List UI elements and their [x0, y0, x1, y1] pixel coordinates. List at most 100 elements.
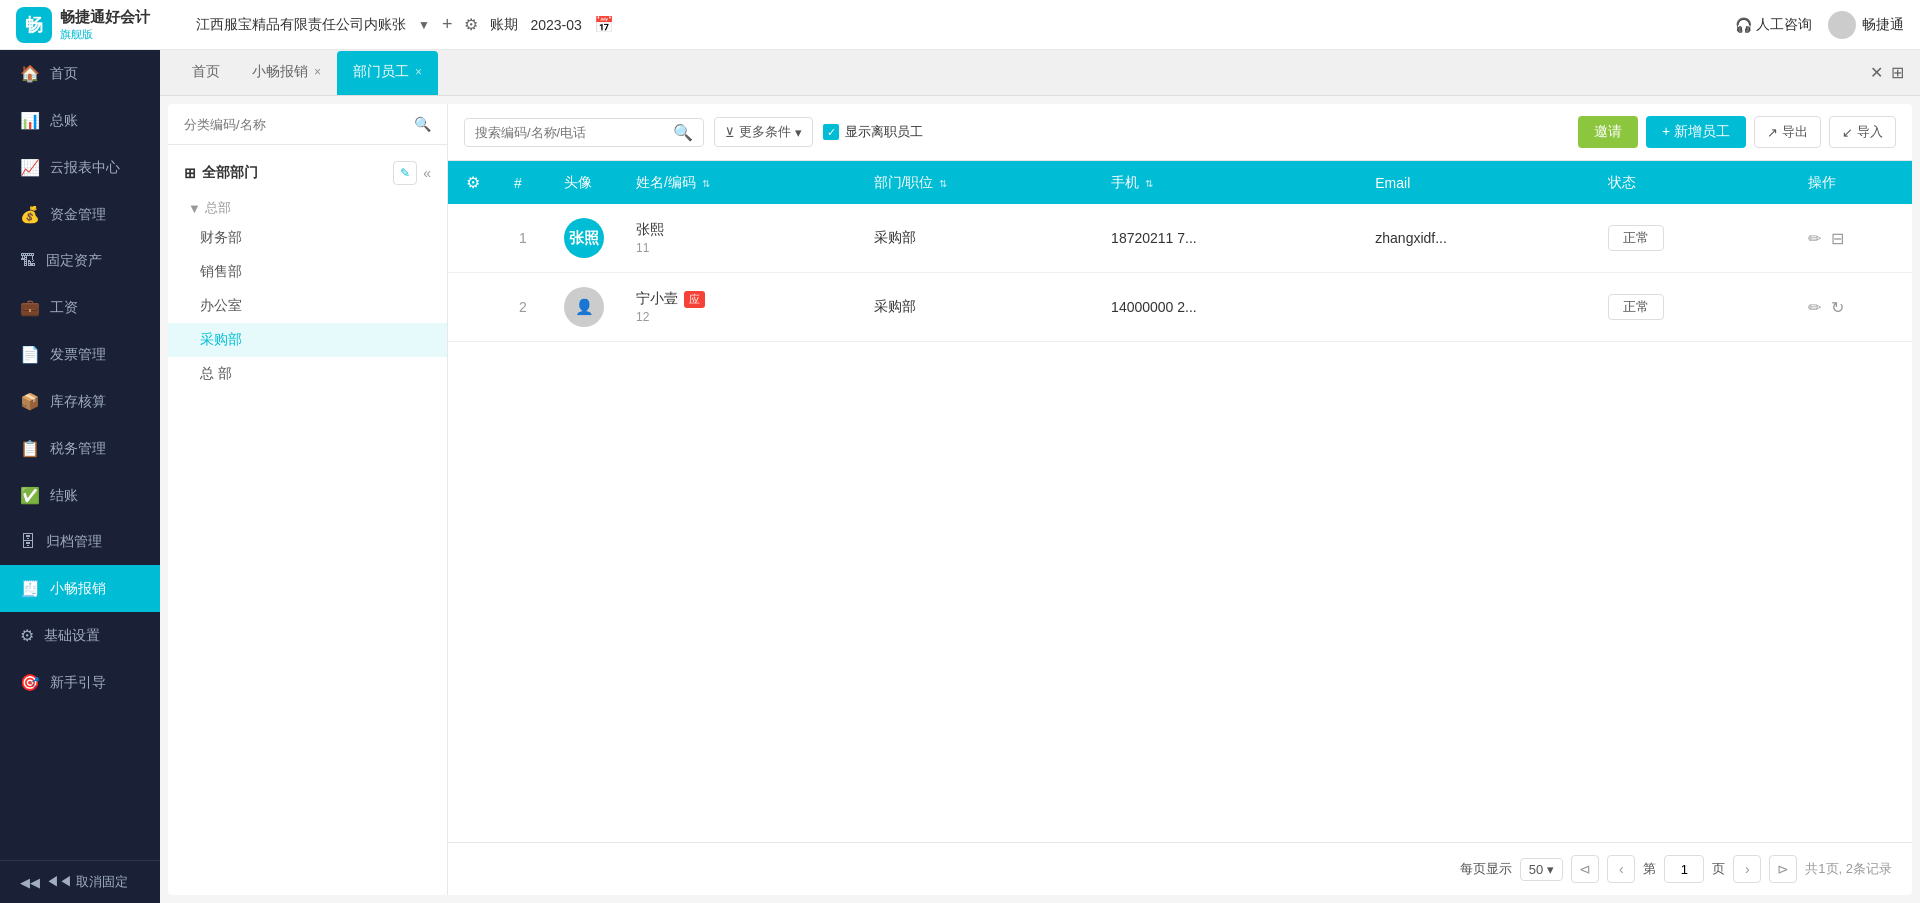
dept-edit-button[interactable]: ✎	[393, 161, 417, 185]
expense-icon: 🧾	[20, 579, 40, 598]
row-1-email: zhangxidf...	[1359, 204, 1592, 273]
row-1-phone: 18720211 7...	[1095, 204, 1359, 273]
row-2-tag: 应	[684, 291, 705, 308]
app-edition: 旗舰版	[60, 27, 150, 42]
import-button[interactable]: ↙ 导入	[1829, 116, 1896, 148]
avatar-circle: 张照	[564, 218, 604, 258]
pagination: 每页显示 50 ▾ ⊲ ‹ 第 页 › ⊳ 共1页, 2条记录	[448, 842, 1912, 895]
employee-search-icon[interactable]: 🔍	[673, 123, 693, 142]
company-dropdown-button[interactable]: ▼	[418, 18, 430, 32]
user-area[interactable]: 畅捷通	[1828, 11, 1904, 39]
dept-item-finance[interactable]: 财务部	[168, 221, 447, 255]
row-1-edit-icon[interactable]: ✏	[1808, 229, 1821, 248]
show-resigned-checkbox[interactable]: ✓ 显示离职员工	[823, 123, 923, 141]
tab-bar: 首页 小畅报销 × 部门员工 × ✕ ⊞	[160, 50, 1920, 96]
export-button[interactable]: ↗ 导出	[1754, 116, 1821, 148]
dept-item-sales[interactable]: 销售部	[168, 255, 447, 289]
tab-employees-close[interactable]: ×	[415, 65, 422, 79]
more-conditions-button[interactable]: ⊻ 更多条件 ▾	[714, 117, 813, 147]
column-setting-icon[interactable]: ⚙	[466, 174, 480, 191]
col-phone-sort[interactable]: 手机 ⇅	[1095, 161, 1359, 204]
expand-window-button[interactable]: ⊞	[1891, 63, 1904, 82]
sidebar-item-reports[interactable]: 📈 云报表中心	[0, 144, 160, 191]
prev-page-button[interactable]: ‹	[1607, 855, 1635, 883]
page-label-pre: 第	[1643, 860, 1656, 878]
dept-collapse-button[interactable]: «	[423, 165, 431, 181]
app-name: 畅捷通好会计	[60, 8, 150, 27]
row-2-email	[1359, 273, 1592, 342]
toolbar-right: 邀请 + 新增员工 ↗ 导出 ↙ 导入	[1578, 116, 1896, 148]
reports-icon: 📈	[20, 158, 40, 177]
unpin-button[interactable]: ◀◀ ◀◀ 取消固定	[0, 860, 160, 903]
import-icon: ↙	[1842, 125, 1853, 140]
per-page-select[interactable]: 50 ▾	[1520, 858, 1563, 881]
row-1-actions: ✏ ⊟	[1792, 204, 1912, 273]
salary-icon: 💼	[20, 298, 40, 317]
name-sort-icon: ⇅	[702, 178, 710, 189]
calendar-button[interactable]: 📅	[594, 15, 614, 34]
company-settings-button[interactable]: ⚙	[464, 15, 478, 34]
sidebar-item-inventory[interactable]: 📦 库存核算	[0, 378, 160, 425]
sidebar-item-home[interactable]: 🏠 首页	[0, 50, 160, 97]
page-label-post: 页	[1712, 860, 1725, 878]
sidebar-item-settings[interactable]: ⚙ 基础设置	[0, 612, 160, 659]
dept-item-office[interactable]: 办公室	[168, 289, 447, 323]
sidebar-item-guide[interactable]: 🎯 新手引导	[0, 659, 160, 706]
dept-sort-icon: ⇅	[939, 178, 947, 189]
add-employee-button[interactable]: + 新增员工	[1646, 116, 1746, 148]
tab-expense[interactable]: 小畅报销 ×	[236, 51, 337, 95]
sidebar-item-general-ledger[interactable]: 📊 总账	[0, 97, 160, 144]
service-button[interactable]: 🎧 人工咨询	[1735, 16, 1812, 34]
header-right: 🎧 人工咨询 畅捷通	[1735, 11, 1904, 39]
sidebar-item-funds[interactable]: 💰 资金管理	[0, 191, 160, 238]
phone-sort-icon: ⇅	[1145, 178, 1153, 189]
col-name-sort[interactable]: 姓名/编码 ⇅	[620, 161, 858, 204]
current-page-input[interactable]	[1664, 855, 1704, 883]
row-1-num: 1	[498, 204, 548, 273]
period-value: 2023-03	[530, 17, 581, 33]
first-page-button[interactable]: ⊲	[1571, 855, 1599, 883]
sidebar-item-invoice[interactable]: 📄 发票管理	[0, 331, 160, 378]
row-1-status: 正常	[1592, 204, 1792, 273]
employee-table-area: ⚙ # 头像 姓名/编码 ⇅	[448, 161, 1912, 842]
per-page-dropdown-icon: ▾	[1547, 862, 1554, 877]
sidebar-item-closing[interactable]: ✅ 结账	[0, 472, 160, 519]
tab-home[interactable]: 首页	[176, 51, 236, 95]
last-page-button[interactable]: ⊳	[1769, 855, 1797, 883]
next-page-button[interactable]: ›	[1733, 855, 1761, 883]
all-departments-header[interactable]: ⊞ 全部部门 ✎ «	[168, 153, 447, 193]
employee-search-input[interactable]	[475, 125, 667, 140]
sidebar-item-tax[interactable]: 📋 税务管理	[0, 425, 160, 472]
filter-dropdown-icon: ▾	[795, 125, 802, 140]
tab-employees[interactable]: 部门员工 ×	[337, 51, 438, 95]
archive-icon: 🗄	[20, 533, 36, 551]
main-layout: 🏠 首页 📊 总账 📈 云报表中心 💰 资金管理 🏗 固定资产 💼 工资 📄 发…	[0, 50, 1920, 903]
ledger-icon: 📊	[20, 111, 40, 130]
table-row: 2 👤 宁小壹 应	[448, 273, 1912, 342]
dept-search-icon[interactable]: 🔍	[414, 116, 431, 132]
close-window-button[interactable]: ✕	[1870, 63, 1883, 82]
col-dept-sort[interactable]: 部门/职位 ⇅	[858, 161, 1096, 204]
invite-button[interactable]: 邀请	[1578, 116, 1638, 148]
avatar-gray: 👤	[564, 287, 604, 327]
add-company-button[interactable]: +	[442, 14, 453, 35]
row-1-logout-icon[interactable]: ⊟	[1831, 229, 1844, 248]
dept-search-input[interactable]	[184, 117, 406, 132]
status-badge: 正常	[1608, 294, 1664, 320]
period-label: 账期	[490, 16, 518, 34]
dept-item-purchase[interactable]: 采购部	[168, 323, 447, 357]
row-2-edit-icon[interactable]: ✏	[1808, 298, 1821, 317]
sidebar-item-fixed-assets[interactable]: 🏗 固定资产	[0, 238, 160, 284]
sidebar-item-archive[interactable]: 🗄 归档管理	[0, 519, 160, 565]
content-area: 首页 小畅报销 × 部门员工 × ✕ ⊞ 🔍	[160, 50, 1920, 903]
col-email: Email	[1359, 161, 1592, 204]
sidebar: 🏠 首页 📊 总账 📈 云报表中心 💰 资金管理 🏗 固定资产 💼 工资 📄 发…	[0, 50, 160, 903]
sidebar-item-salary[interactable]: 💼 工资	[0, 284, 160, 331]
row-1-name-cell: 张熙 11	[620, 204, 858, 273]
col-avatar: 头像	[548, 161, 620, 204]
closing-icon: ✅	[20, 486, 40, 505]
sidebar-item-expense[interactable]: 🧾 小畅报销	[0, 565, 160, 612]
tab-expense-close[interactable]: ×	[314, 65, 321, 79]
dept-item-general[interactable]: 总 部	[168, 357, 447, 391]
row-2-refresh-icon[interactable]: ↻	[1831, 298, 1844, 317]
